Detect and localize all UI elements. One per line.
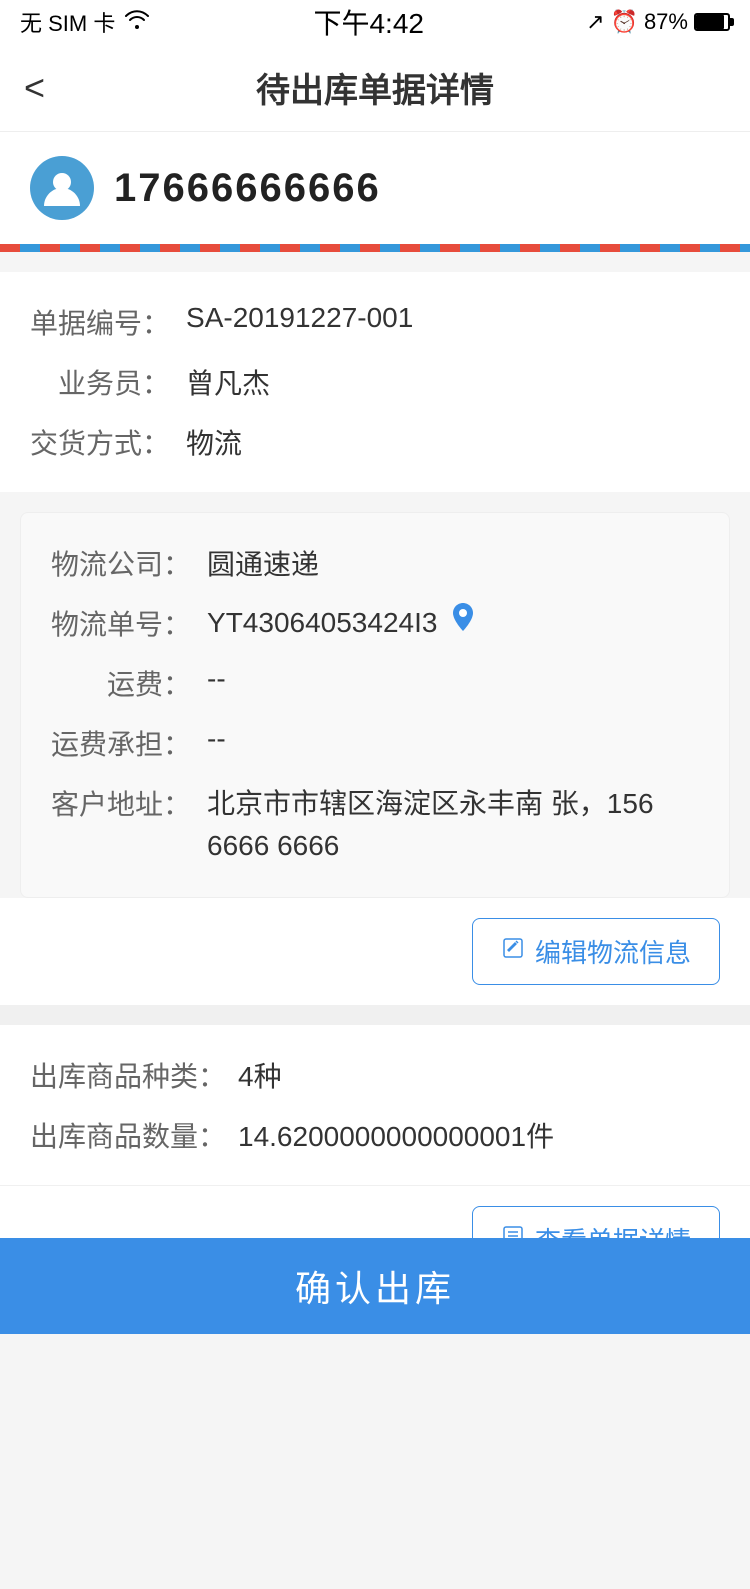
- status-right: ↗ ⏰ 87%: [586, 9, 730, 35]
- product-types-value: 4种: [238, 1055, 282, 1095]
- freight-bear-label: 运费承担：: [51, 723, 191, 763]
- logistics-section: 物流公司： 圆通速递 物流单号： YT43064053424I3 运费： -- …: [20, 512, 730, 898]
- battery-icon: [694, 13, 730, 31]
- section-divider-1: [0, 1005, 750, 1025]
- freight-value: --: [207, 663, 699, 695]
- battery-percent: 87%: [644, 9, 688, 35]
- edit-btn-row: 编辑物流信息: [0, 898, 750, 1005]
- order-info-section: 单据编号： SA-20191227-001 业务员： 曾凡杰 交货方式： 物流: [0, 272, 750, 492]
- sales-person-row: 业务员： 曾凡杰: [30, 362, 720, 402]
- freight-bear-value: --: [207, 723, 699, 755]
- edit-logistics-label: 编辑物流信息: [535, 933, 691, 970]
- page-title: 待出库单据详情: [256, 63, 494, 112]
- order-no-value: SA-20191227-001: [186, 302, 720, 334]
- logistics-company-label: 物流公司：: [51, 543, 191, 583]
- product-section: 出库商品种类： 4种 出库商品数量： 14.6200000000000001件: [0, 1025, 750, 1185]
- dashed-border: [0, 244, 750, 252]
- freight-row: 运费： --: [51, 663, 699, 703]
- address-value: 北京市市辖区海淀区永丰南 张，156 6666 6666: [207, 783, 699, 867]
- tracking-no-value: YT43064053424I3: [207, 603, 699, 642]
- sales-person-label: 业务员：: [30, 362, 170, 402]
- confirm-btn-label: 确认出库: [295, 1260, 455, 1312]
- order-no-label: 单据编号：: [30, 302, 170, 342]
- alarm-icon: ⏰: [611, 9, 638, 35]
- product-quantity-row: 出库商品数量： 14.6200000000000001件: [30, 1115, 720, 1155]
- customer-phone: 17666666666: [114, 166, 381, 211]
- tracking-no-row: 物流单号： YT43064053424I3: [51, 603, 699, 643]
- edit-icon: [501, 936, 525, 967]
- wifi-icon: [123, 9, 151, 35]
- product-types-row: 出库商品种类： 4种: [30, 1055, 720, 1095]
- tracking-location-icon[interactable]: [449, 603, 477, 642]
- status-left: 无 SIM 卡: [20, 6, 151, 38]
- freight-bear-row: 运费承担： --: [51, 723, 699, 763]
- product-quantity-value: 14.6200000000000001件: [238, 1115, 554, 1155]
- back-button[interactable]: <: [24, 67, 45, 109]
- tracking-no-label: 物流单号：: [51, 603, 191, 643]
- location-status-icon: ↗: [586, 9, 604, 35]
- delivery-value: 物流: [186, 422, 720, 462]
- edit-logistics-button[interactable]: 编辑物流信息: [472, 918, 720, 985]
- logistics-company-value: 圆通速递: [207, 543, 699, 583]
- nav-bar: < 待出库单据详情: [0, 44, 750, 132]
- carrier-text: 无 SIM 卡: [20, 6, 115, 38]
- page-wrapper: 无 SIM 卡 下午4:42 ↗ ⏰ 87% < 待出库单据详情: [0, 0, 750, 1589]
- status-bar: 无 SIM 卡 下午4:42 ↗ ⏰ 87%: [0, 0, 750, 44]
- status-time: 下午4:42: [313, 2, 424, 42]
- delivery-method-row: 交货方式： 物流: [30, 422, 720, 462]
- logistics-company-row: 物流公司： 圆通速递: [51, 543, 699, 583]
- product-types-label: 出库商品种类：: [30, 1055, 230, 1095]
- order-no-row: 单据编号： SA-20191227-001: [30, 302, 720, 342]
- freight-label: 运费：: [51, 663, 191, 703]
- product-quantity-label: 出库商品数量：: [30, 1115, 230, 1155]
- address-row: 客户地址： 北京市市辖区海淀区永丰南 张，156 6666 6666: [51, 783, 699, 867]
- avatar: [30, 156, 94, 220]
- customer-header: 17666666666: [0, 132, 750, 244]
- address-label: 客户地址：: [51, 783, 191, 823]
- delivery-label: 交货方式：: [30, 422, 170, 462]
- confirm-btn-area[interactable]: 确认出库: [0, 1238, 750, 1334]
- sales-person-value: 曾凡杰: [186, 362, 720, 402]
